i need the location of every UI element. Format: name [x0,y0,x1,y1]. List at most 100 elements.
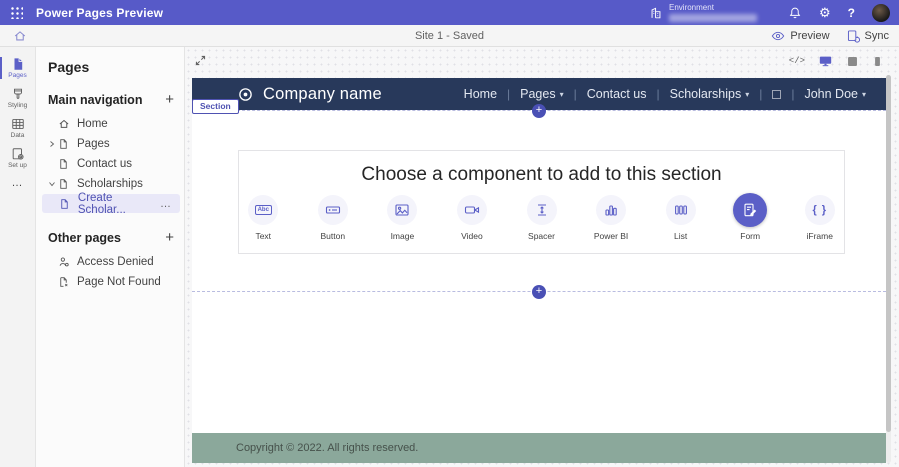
sidebar-item-create-scholarship[interactable]: Create Scholar... … [42,191,180,216]
nav-separator: | [791,87,795,101]
command-bar: Site 1 - Saved Preview Sync [0,25,899,47]
rail-label: Data [10,132,25,139]
text-component-icon: Abc [248,195,279,225]
expand-canvas-icon[interactable] [194,54,207,67]
sidebar-item-contact-us[interactable]: Contact us [36,154,182,173]
canvas-scrollbar[interactable] [886,75,891,463]
rail-item-styling[interactable]: Styling [0,83,36,113]
sidebar-item-page-not-found[interactable]: Page Not Found [36,272,182,291]
section-divider-top: + [192,104,886,118]
sidebar-item-home[interactable]: Home [36,114,182,133]
add-section-button-top[interactable]: + [532,104,546,118]
site-nav-pages[interactable]: Pages ▾ [520,87,563,101]
company-logo-icon [238,87,253,102]
sidebar-item-label: Create Scholar... [77,191,126,216]
rail-label: Styling [7,102,28,109]
page-icon [58,158,71,170]
other-pages-header: Other pages + [36,230,184,245]
rail-item-setup[interactable]: Set up [0,143,36,173]
notifications-bell-icon[interactable] [788,6,802,20]
pages-sidebar: Pages Main navigation + Home Pages Conta… [36,47,185,467]
site-page-preview: Company name Home | Pages ▾ | Contact us … [192,78,886,463]
tablet-view-icon[interactable] [846,55,859,68]
home-icon [58,118,71,130]
waffle-icon[interactable] [10,6,23,19]
more-options-icon[interactable]: … [160,198,174,210]
rail-label: Set up [8,162,27,169]
component-spacer[interactable]: Spacer [517,195,566,241]
list-component-icon [665,195,696,225]
button-component-icon [317,195,348,225]
rail-item-pages[interactable]: Pages [0,53,36,83]
sidebar-title: Pages [48,59,90,75]
chevron-right-icon[interactable] [46,140,58,148]
nav-placeholder-icon[interactable] [772,89,782,99]
settings-gear-icon[interactable]: ⚙ [819,6,831,19]
design-canvas: </> Company name Home | Pages ▾ | Contac… [185,47,899,467]
site-nav-scholarships[interactable]: Scholarships ▾ [670,87,750,101]
site-nav-contact-us[interactable]: Contact us [587,87,647,101]
site-footer[interactable]: Copyright © 2022. All rights reserved. [192,433,886,463]
powerbi-component-icon [596,195,627,225]
sidebar-item-label: Contact us [77,157,132,170]
section-tag[interactable]: Section [192,99,239,114]
add-section-button-bottom[interactable]: + [532,285,546,299]
home-nav-icon[interactable] [13,29,27,43]
component-list[interactable]: List [656,195,705,241]
component-text[interactable]: Abc Text [239,195,288,241]
site-nav: Home | Pages ▾ | Contact us | Scholarship… [464,87,866,101]
code-editor-icon[interactable]: </> [789,56,805,66]
styling-brush-icon [13,88,22,99]
sidebar-item-pages[interactable]: Pages [36,134,182,153]
environment-picker[interactable]: Environment [649,3,757,22]
caret-down-icon: ▾ [745,89,750,99]
chevron-down-icon[interactable] [46,180,58,188]
environment-icon [649,6,663,20]
caret-down-icon: ▾ [861,89,866,99]
preview-button[interactable]: Preview [771,29,830,43]
mobile-view-icon[interactable] [872,55,883,68]
user-avatar[interactable] [872,3,890,22]
video-component-icon [456,195,487,225]
component-video[interactable]: Video [448,195,497,241]
sidebar-item-label: Scholarships [77,177,143,190]
rail-item-data[interactable]: Data [0,113,36,143]
app-top-bar: Power Pages Preview Environment ⚙ ? [0,0,899,25]
page-icon [59,198,71,210]
nav-separator: | [656,87,660,101]
help-icon[interactable]: ? [848,6,855,20]
section-divider-bottom: + [192,285,886,299]
app-title: Power Pages Preview [36,5,164,20]
site-save-status: Site 1 - Saved [414,29,485,42]
component-iframe[interactable]: { } iFrame [795,195,844,241]
preview-label: Preview [790,29,830,42]
add-page-button[interactable]: + [165,92,174,107]
site-nav-user-menu[interactable]: John Doe ▾ [804,87,866,101]
rail-more-icon[interactable]: … [12,177,24,189]
nav-separator: | [507,87,511,101]
scrollbar-thumb[interactable] [886,75,891,432]
nav-separator: | [573,87,577,101]
setup-gear-icon [12,148,24,160]
data-table-icon [11,118,24,130]
sidebar-item-access-denied[interactable]: Access Denied [36,252,182,271]
component-powerbi[interactable]: Power BI [587,195,636,241]
component-button[interactable]: Button [309,195,358,241]
pages-icon [14,58,22,70]
sidebar-item-label: Pages [77,137,110,150]
device-preview-toolbar: </> [789,54,883,68]
component-form[interactable]: Form [726,193,775,241]
sidebar-item-label: Page Not Found [77,275,161,288]
desktop-view-icon[interactable] [818,54,833,68]
rail-label: Pages [8,72,27,79]
sync-button[interactable]: Sync [846,29,889,43]
spacer-component-icon [526,195,557,225]
page-error-icon [58,276,71,288]
company-name: Company name [263,84,382,103]
caret-down-icon: ▾ [559,89,564,99]
sidebar-item-scholarships[interactable]: Scholarships [36,174,182,193]
add-other-page-button[interactable]: + [165,230,174,245]
site-nav-home[interactable]: Home [464,87,497,101]
sync-label: Sync [864,29,889,42]
component-image[interactable]: Image [378,195,427,241]
